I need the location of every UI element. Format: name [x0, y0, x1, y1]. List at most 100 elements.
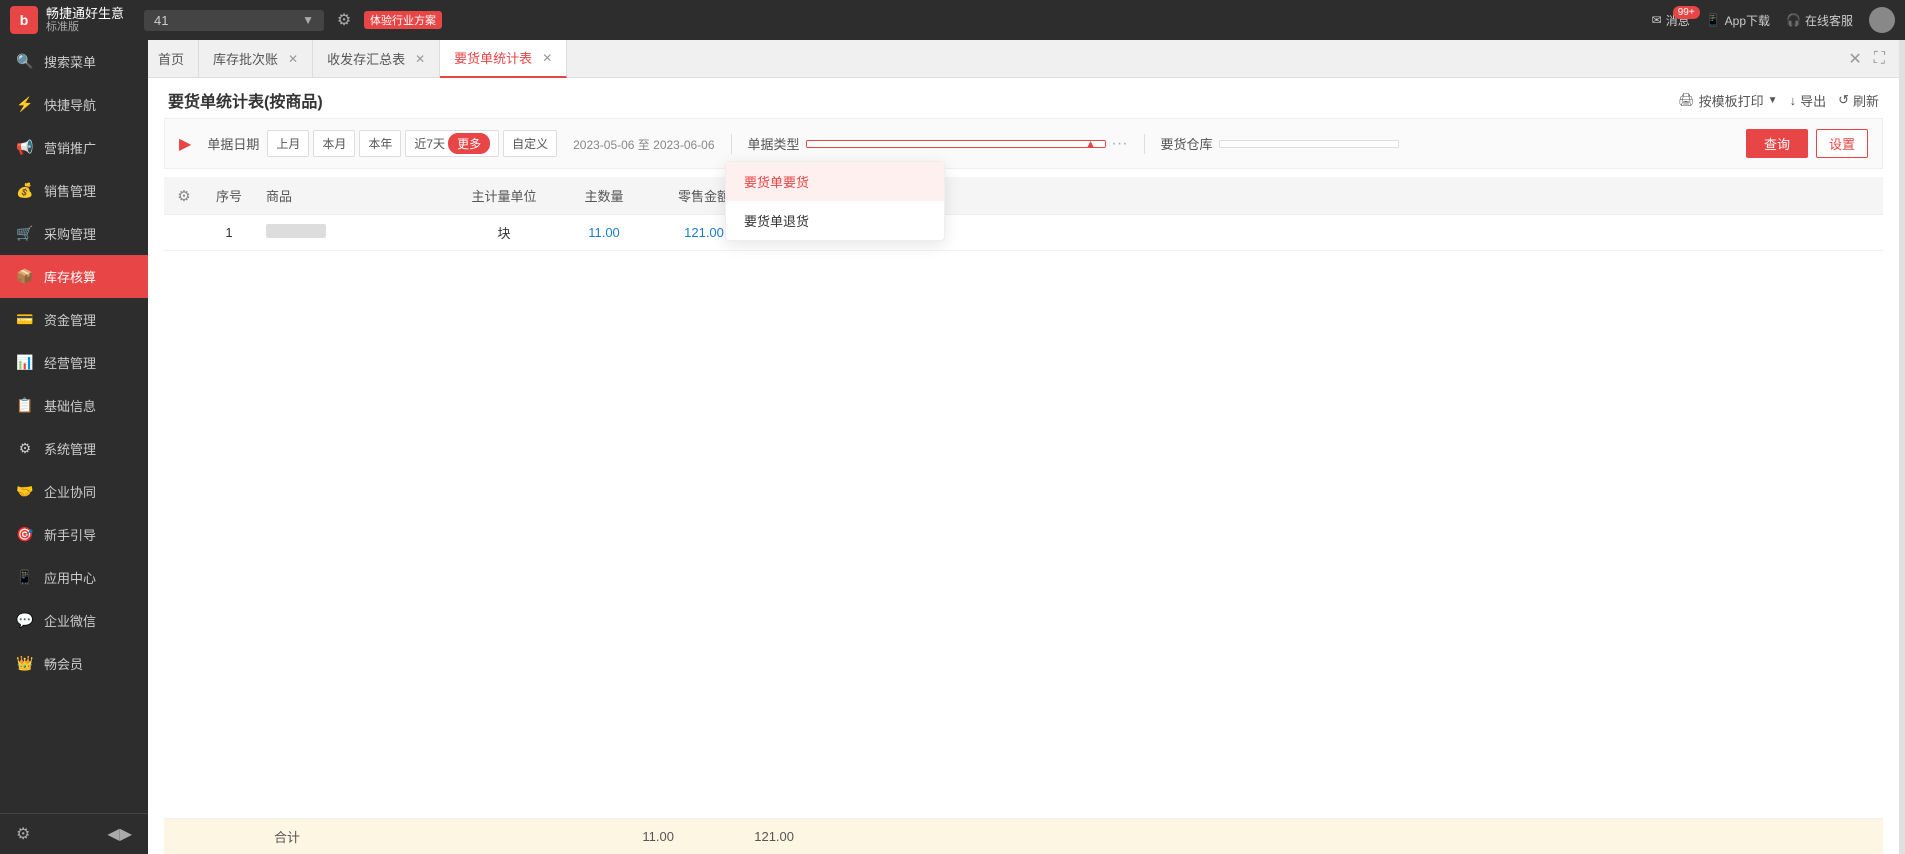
footer-quantity: 11.00: [566, 829, 686, 844]
col-product: 商品: [254, 177, 454, 215]
dropdown-item-order[interactable]: 要货单要货: [726, 162, 944, 201]
print-template-btn[interactable]: 🖨 按模板打印 ▼: [1678, 91, 1777, 110]
col-settings: ⚙: [164, 177, 204, 215]
cell-unit: 块: [454, 215, 554, 251]
topbar-settings-icon[interactable]: ⚙: [332, 8, 356, 32]
app-logo: b: [10, 6, 38, 34]
tab-home[interactable]: 首页: [158, 40, 199, 78]
page-header-actions: 🖨 按模板打印 ▼ ↓ 导出 ↺ 刷新: [1678, 91, 1879, 110]
tab-inventory-batch[interactable]: 库存批次账 ✕: [199, 40, 313, 78]
date-filter-label: 单据日期: [207, 134, 259, 153]
refresh-icon: ↺: [1838, 92, 1849, 108]
sidebar-item-system[interactable]: ⚙ 系统管理: [0, 427, 148, 470]
sidebar-item-marketing[interactable]: 📢 营销推广: [0, 126, 148, 169]
finance-icon: 💳: [16, 311, 34, 329]
basic-info-icon: 📋: [16, 397, 34, 415]
table-row: 1 块 11.00 121.00: [164, 215, 1883, 251]
close-all-tabs-btn[interactable]: ✕: [1844, 45, 1865, 73]
table-settings-icon[interactable]: ⚙: [177, 188, 190, 205]
export-btn[interactable]: ↓ 导出: [1790, 91, 1827, 110]
query-btn[interactable]: 查询: [1746, 129, 1808, 158]
maximize-tab-btn[interactable]: ⛶: [1870, 46, 1889, 72]
purchase-icon: 🛒: [16, 225, 34, 243]
doc-type-more-icon[interactable]: ···: [1112, 135, 1128, 153]
doc-type-dropdown: 要货单要货 要货单退货: [725, 161, 945, 241]
refresh-btn[interactable]: ↺ 刷新: [1838, 91, 1879, 110]
filter-this-month-btn[interactable]: 本月: [313, 130, 355, 157]
doc-type-select[interactable]: ▲: [806, 140, 1106, 148]
export-icon: ↓: [1790, 93, 1797, 108]
resize-handle[interactable]: [1899, 40, 1905, 854]
filter-date-buttons: 上月 本月 本年 近7天 更多 自定义: [267, 130, 557, 157]
search-icon: 🔍: [16, 53, 34, 71]
app-center-icon: 📱: [16, 569, 34, 587]
tab-bar-actions: ✕ ⛶: [1844, 45, 1889, 73]
tab-receivable-summary[interactable]: 收发存汇总表 ✕: [313, 40, 440, 78]
product-blurred-text: [266, 224, 326, 238]
sidebar-bottom: ⚙ ◀▶: [0, 813, 148, 854]
sidebar: 🔍 搜索菜单 ⚡ 快捷导航 📢 营销推广 💰 销售管理 🛒 采购管理 📦: [0, 40, 148, 854]
sidebar-item-quick-nav[interactable]: ⚡ 快捷导航: [0, 83, 148, 126]
filter-this-year-btn[interactable]: 本年: [359, 130, 401, 157]
filter-last-month-btn[interactable]: 上月: [267, 130, 309, 157]
enterprise-icon: 🤝: [16, 483, 34, 501]
sidebar-item-sales[interactable]: 💰 销售管理: [0, 169, 148, 212]
tab-close-inventory-batch[interactable]: ✕: [288, 52, 298, 66]
page-header: 要货单统计表(按商品) 🖨 按模板打印 ▼ ↓ 导出 ↺ 刷新: [148, 78, 1899, 118]
message-icon: ✉: [1652, 13, 1662, 27]
settings-btn[interactable]: 设置: [1816, 129, 1868, 158]
table-footer: 合计 11.00 121.00: [164, 818, 1883, 854]
tab-count-box[interactable]: 41 ▼: [144, 10, 324, 31]
sidebar-item-enterprise[interactable]: 🤝 企业协同: [0, 470, 148, 513]
sidebar-item-purchase[interactable]: 🛒 采购管理: [0, 212, 148, 255]
filter-last-7days-btn[interactable]: 近7天 更多: [405, 130, 499, 157]
filter-expand-btn[interactable]: ▶: [179, 134, 191, 154]
guide-icon: 🎯: [16, 526, 34, 544]
message-btn[interactable]: ✉ 消息 99+: [1652, 12, 1690, 29]
doc-type-filter-label: 单据类型: [748, 134, 800, 153]
sidebar-scroll: 🔍 搜索菜单 ⚡ 快捷导航 📢 营销推广 💰 销售管理 🛒 采购管理 📦: [0, 40, 148, 813]
page-title: 要货单统计表(按商品): [168, 88, 323, 112]
sidebar-item-member[interactable]: 👑 畅会员: [0, 642, 148, 685]
topbar-right: ✉ 消息 99+ 📱 App下载 🎧 在线客服: [1652, 7, 1895, 33]
main-layout: 🔍 搜索菜单 ⚡ 快捷导航 📢 营销推广 💰 销售管理 🛒 采购管理 📦: [0, 40, 1905, 854]
data-table: ⚙ 序号 商品 主计量单位 主数量 零售金额: [164, 177, 1883, 251]
app-download-btn[interactable]: 📱 App下载: [1706, 12, 1770, 29]
sidebar-item-finance[interactable]: 💳 资金管理: [0, 298, 148, 341]
sidebar-item-basic-info[interactable]: 📋 基础信息: [0, 384, 148, 427]
col-index: 序号: [204, 177, 254, 215]
table-container: ⚙ 序号 商品 主计量单位 主数量 零售金额: [164, 177, 1883, 818]
doc-type-arrow-icon: ▲: [1085, 137, 1097, 151]
sidebar-item-search[interactable]: 🔍 搜索菜单: [0, 40, 148, 83]
content-area: 首页 库存批次账 ✕ 收发存汇总表 ✕ 要货单统计表 ✕ ✕ ⛶ 要: [148, 40, 1899, 854]
filter-warehouse-group: 要货仓库: [1161, 134, 1399, 153]
online-service-btn[interactable]: 🎧 在线客服: [1786, 12, 1853, 29]
filter-date-range: 2023-05-06 至 2023-06-06: [573, 136, 714, 153]
avatar[interactable]: [1869, 7, 1895, 33]
filter-more-btn[interactable]: 更多: [448, 133, 490, 154]
sidebar-item-wechat[interactable]: 💬 企业微信: [0, 599, 148, 642]
marketing-icon: 📢: [16, 139, 34, 157]
footer-label: 合计: [266, 827, 466, 846]
sidebar-item-app-center[interactable]: 📱 应用中心: [0, 556, 148, 599]
print-icon: 🖨: [1678, 92, 1695, 108]
lightning-icon: ⚡: [16, 96, 34, 114]
sidebar-item-operations[interactable]: 📊 经营管理: [0, 341, 148, 384]
system-icon: ⚙: [16, 440, 34, 458]
settings-bottom-icon[interactable]: ⚙: [16, 824, 30, 844]
trial-btn[interactable]: 体验行业方案: [364, 11, 442, 29]
warehouse-select[interactable]: [1219, 140, 1399, 148]
filter-custom-btn[interactable]: 自定义: [503, 130, 557, 157]
sidebar-item-guide[interactable]: 🎯 新手引导: [0, 513, 148, 556]
sidebar-item-inventory[interactable]: 📦 库存核算: [0, 255, 148, 298]
tab-close-receivable-summary[interactable]: ✕: [415, 52, 425, 66]
collapse-icon[interactable]: ◀▶: [107, 824, 132, 844]
topbar-middle: 41 ▼ ⚙ 体验行业方案: [144, 8, 1652, 32]
tab-close-order-stats[interactable]: ✕: [542, 51, 552, 65]
table-header: ⚙ 序号 商品 主计量单位 主数量 零售金额: [164, 177, 1883, 215]
topbar-left: b 畅捷通好生意 标准版: [10, 6, 124, 35]
dropdown-item-return[interactable]: 要货单退货: [726, 201, 944, 240]
warehouse-filter-label: 要货仓库: [1161, 134, 1213, 153]
table-body: 1 块 11.00 121.00: [164, 215, 1883, 251]
tab-order-stats[interactable]: 要货单统计表 ✕: [440, 40, 567, 78]
